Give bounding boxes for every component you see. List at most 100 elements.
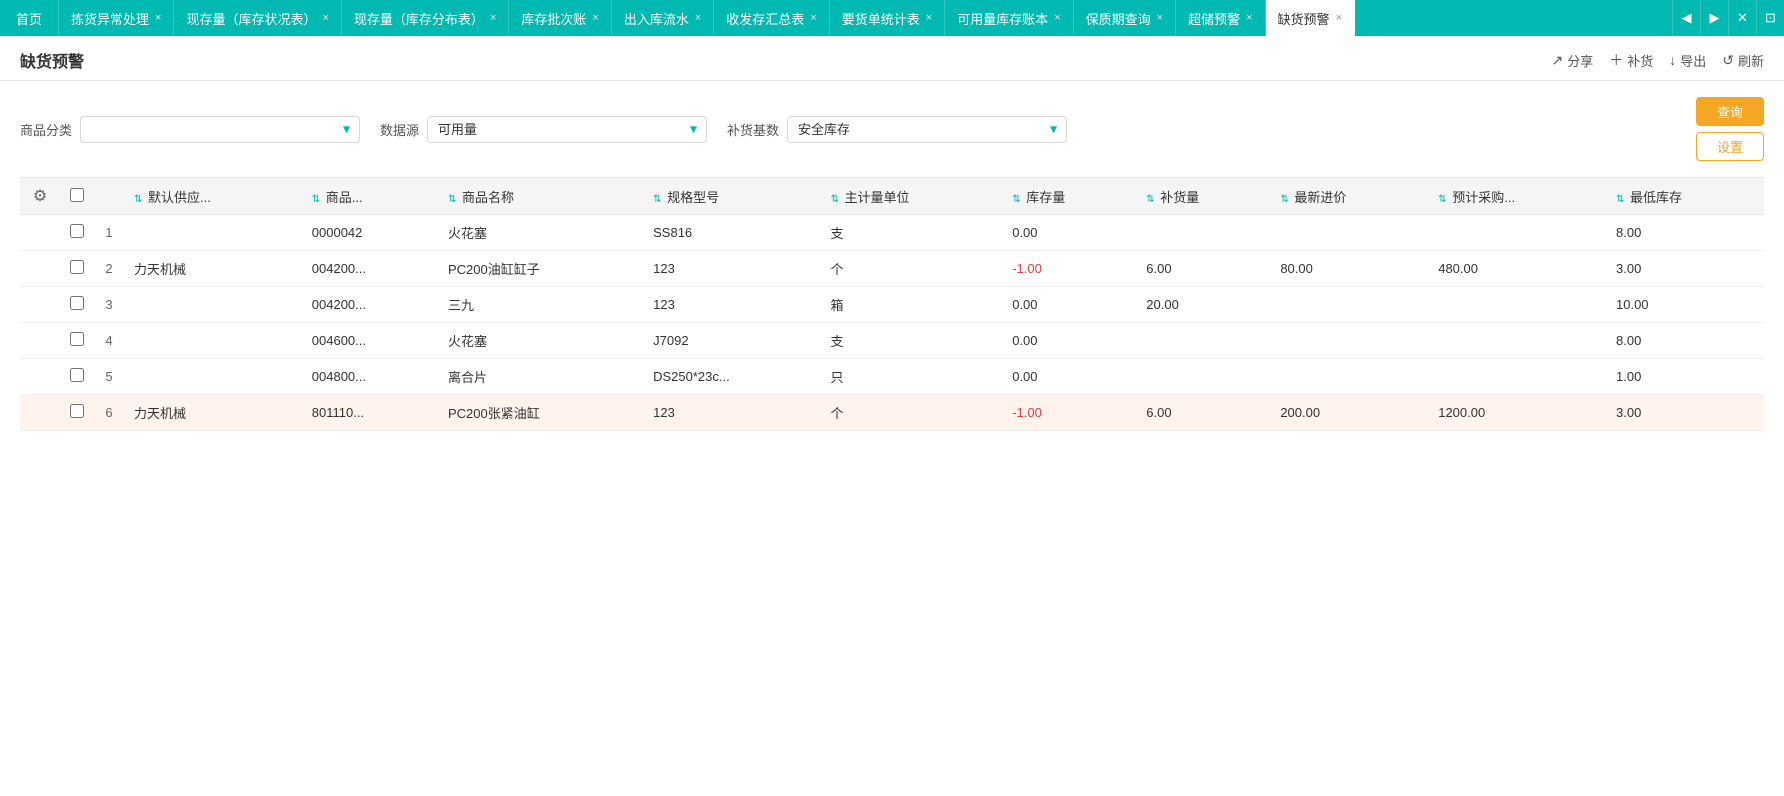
- row-latest-price: 200.00: [1270, 395, 1428, 431]
- nav-tab-t1[interactable]: 拣货异常处理 ×: [59, 0, 174, 36]
- row-number: 3: [94, 287, 124, 323]
- th-spec[interactable]: ⇅ 规格型号: [643, 178, 820, 215]
- category-select[interactable]: [80, 116, 360, 143]
- row-min-stock: 3.00: [1606, 251, 1764, 287]
- th-latest-price[interactable]: ⇅ 最新进价: [1270, 178, 1428, 215]
- export-button[interactable]: ↓ 导出: [1669, 51, 1706, 70]
- row-number: 5: [94, 359, 124, 395]
- row-spec: DS250*23c...: [643, 359, 820, 395]
- table-row: 2 力天机械 004200... PC200油缸缸子 123 个 -1.00 6…: [20, 251, 1764, 287]
- row-min-stock: 1.00: [1606, 359, 1764, 395]
- nav-close-button[interactable]: ✕: [1728, 0, 1756, 36]
- close-tab-t4[interactable]: ×: [592, 12, 598, 24]
- row-checkbox-1[interactable]: [70, 260, 84, 274]
- close-tab-t3[interactable]: ×: [490, 12, 496, 24]
- sort-est-icon: ⇅: [1438, 194, 1446, 205]
- row-unit: 只: [820, 359, 1002, 395]
- row-checkbox-5[interactable]: [70, 404, 84, 418]
- datasource-select[interactable]: 可用量: [427, 116, 707, 143]
- close-tab-t7[interactable]: ×: [926, 12, 932, 24]
- nav-tab-t3[interactable]: 现存量（库存分布表） ×: [342, 0, 509, 36]
- restock-select[interactable]: 安全库存: [787, 116, 1067, 143]
- row-checkbox-2[interactable]: [70, 296, 84, 310]
- nav-prev-button[interactable]: ◀: [1672, 0, 1700, 36]
- row-unit: 箱: [820, 287, 1002, 323]
- row-checkbox-cell[interactable]: [60, 251, 94, 287]
- row-goods-code: 004800...: [302, 359, 438, 395]
- close-tab-t2[interactable]: ×: [322, 12, 328, 24]
- row-checkbox-cell[interactable]: [60, 395, 94, 431]
- th-default-supplier[interactable]: ⇅ 默认供应...: [124, 178, 302, 215]
- nav-tab-t6[interactable]: 收发存汇总表 ×: [714, 0, 829, 36]
- restock-select-wrapper: 安全库存: [787, 116, 1067, 143]
- nav-expand-button[interactable]: ⊡: [1756, 0, 1784, 36]
- th-stock[interactable]: ⇅ 库存量: [1002, 178, 1136, 215]
- nav-tab-t5[interactable]: 出入库流水 ×: [612, 0, 714, 36]
- row-goods-code: 0000042: [302, 215, 438, 251]
- nav-tab-t4[interactable]: 库存批次账 ×: [509, 0, 611, 36]
- nav-tab-t10[interactable]: 超储预警 ×: [1176, 0, 1265, 36]
- replenish-button[interactable]: ＋ 补货: [1609, 50, 1653, 70]
- th-goods-code[interactable]: ⇅ 商品...: [302, 178, 438, 215]
- row-estimated-purchase: 480.00: [1428, 251, 1606, 287]
- close-tab-t6[interactable]: ×: [810, 12, 816, 24]
- close-tab-t8[interactable]: ×: [1054, 12, 1060, 24]
- replenish-icon: ＋: [1609, 50, 1623, 70]
- close-tab-t5[interactable]: ×: [695, 12, 701, 24]
- table-row: 6 力天机械 801110... PC200张紧油缸 123 个 -1.00 6…: [20, 395, 1764, 431]
- sort-min-icon: ⇅: [1616, 194, 1624, 205]
- row-checkbox-cell[interactable]: [60, 287, 94, 323]
- row-estimated-purchase: [1428, 287, 1606, 323]
- row-unit: 个: [820, 395, 1002, 431]
- settings-button[interactable]: 设置: [1696, 132, 1764, 161]
- select-all-checkbox[interactable]: [70, 188, 84, 202]
- row-number: 2: [94, 251, 124, 287]
- nav-tab-t11[interactable]: 缺货预警 ×: [1266, 0, 1355, 36]
- table-header-row: ⚙ ⇅ 默认供应... ⇅ 商品... ⇅: [20, 178, 1764, 215]
- close-tab-t10[interactable]: ×: [1246, 12, 1252, 24]
- sort-name-icon: ⇅: [448, 194, 456, 205]
- row-estimated-purchase: 1200.00: [1428, 395, 1606, 431]
- row-settings-cell: [20, 215, 60, 251]
- category-select-wrapper: [80, 116, 360, 143]
- row-checkbox-0[interactable]: [70, 224, 84, 238]
- row-checkbox-3[interactable]: [70, 332, 84, 346]
- row-latest-price: [1270, 323, 1428, 359]
- nav-tab-t2[interactable]: 现存量（库存状况表） ×: [174, 0, 341, 36]
- table-row: 5 004800... 离合片 DS250*23c... 只 0.00 1.00: [20, 359, 1764, 395]
- row-checkbox-4[interactable]: [70, 368, 84, 382]
- row-checkbox-cell[interactable]: [60, 323, 94, 359]
- sort-code-icon: ⇅: [312, 194, 320, 205]
- row-spec: J7092: [643, 323, 820, 359]
- row-settings-cell: [20, 323, 60, 359]
- nav-next-button[interactable]: ▶: [1700, 0, 1728, 36]
- row-stock: 0.00: [1002, 359, 1136, 395]
- page-title: 缺货预警: [20, 48, 84, 72]
- th-min-stock[interactable]: ⇅ 最低库存: [1606, 178, 1764, 215]
- th-replenish-qty[interactable]: ⇅ 补货量: [1136, 178, 1270, 215]
- th-unit[interactable]: ⇅ 主计量单位: [820, 178, 1002, 215]
- share-button[interactable]: ↗ 分享: [1551, 51, 1593, 70]
- refresh-button[interactable]: ↺ 刷新: [1722, 51, 1764, 70]
- row-replenish-qty: 6.00: [1136, 251, 1270, 287]
- row-unit: 支: [820, 215, 1002, 251]
- row-checkbox-cell[interactable]: [60, 359, 94, 395]
- close-tab-t9[interactable]: ×: [1157, 12, 1163, 24]
- query-button[interactable]: 查询: [1696, 97, 1764, 126]
- row-checkbox-cell[interactable]: [60, 215, 94, 251]
- th-estimated-purchase[interactable]: ⇅ 预计采购...: [1428, 178, 1606, 215]
- th-goods-name[interactable]: ⇅ 商品名称: [438, 178, 643, 215]
- row-number: 6: [94, 395, 124, 431]
- row-goods-code: 801110...: [302, 395, 438, 431]
- datasource-filter-group: 数据源 可用量: [380, 116, 707, 143]
- table-row: 1 0000042 火花塞 SS816 支 0.00 8.00: [20, 215, 1764, 251]
- nav-tab-t7[interactable]: 要货单统计表 ×: [830, 0, 945, 36]
- column-settings-icon[interactable]: ⚙: [33, 188, 47, 205]
- row-latest-price: [1270, 359, 1428, 395]
- close-tab-t11[interactable]: ×: [1336, 12, 1342, 24]
- nav-tab-t8[interactable]: 可用量库存账本 ×: [945, 0, 1073, 36]
- nav-tab-home[interactable]: 首页: [0, 0, 59, 36]
- nav-tab-t9[interactable]: 保质期查询 ×: [1074, 0, 1176, 36]
- row-supplier: 力天机械: [124, 251, 302, 287]
- close-tab-t1[interactable]: ×: [155, 12, 161, 24]
